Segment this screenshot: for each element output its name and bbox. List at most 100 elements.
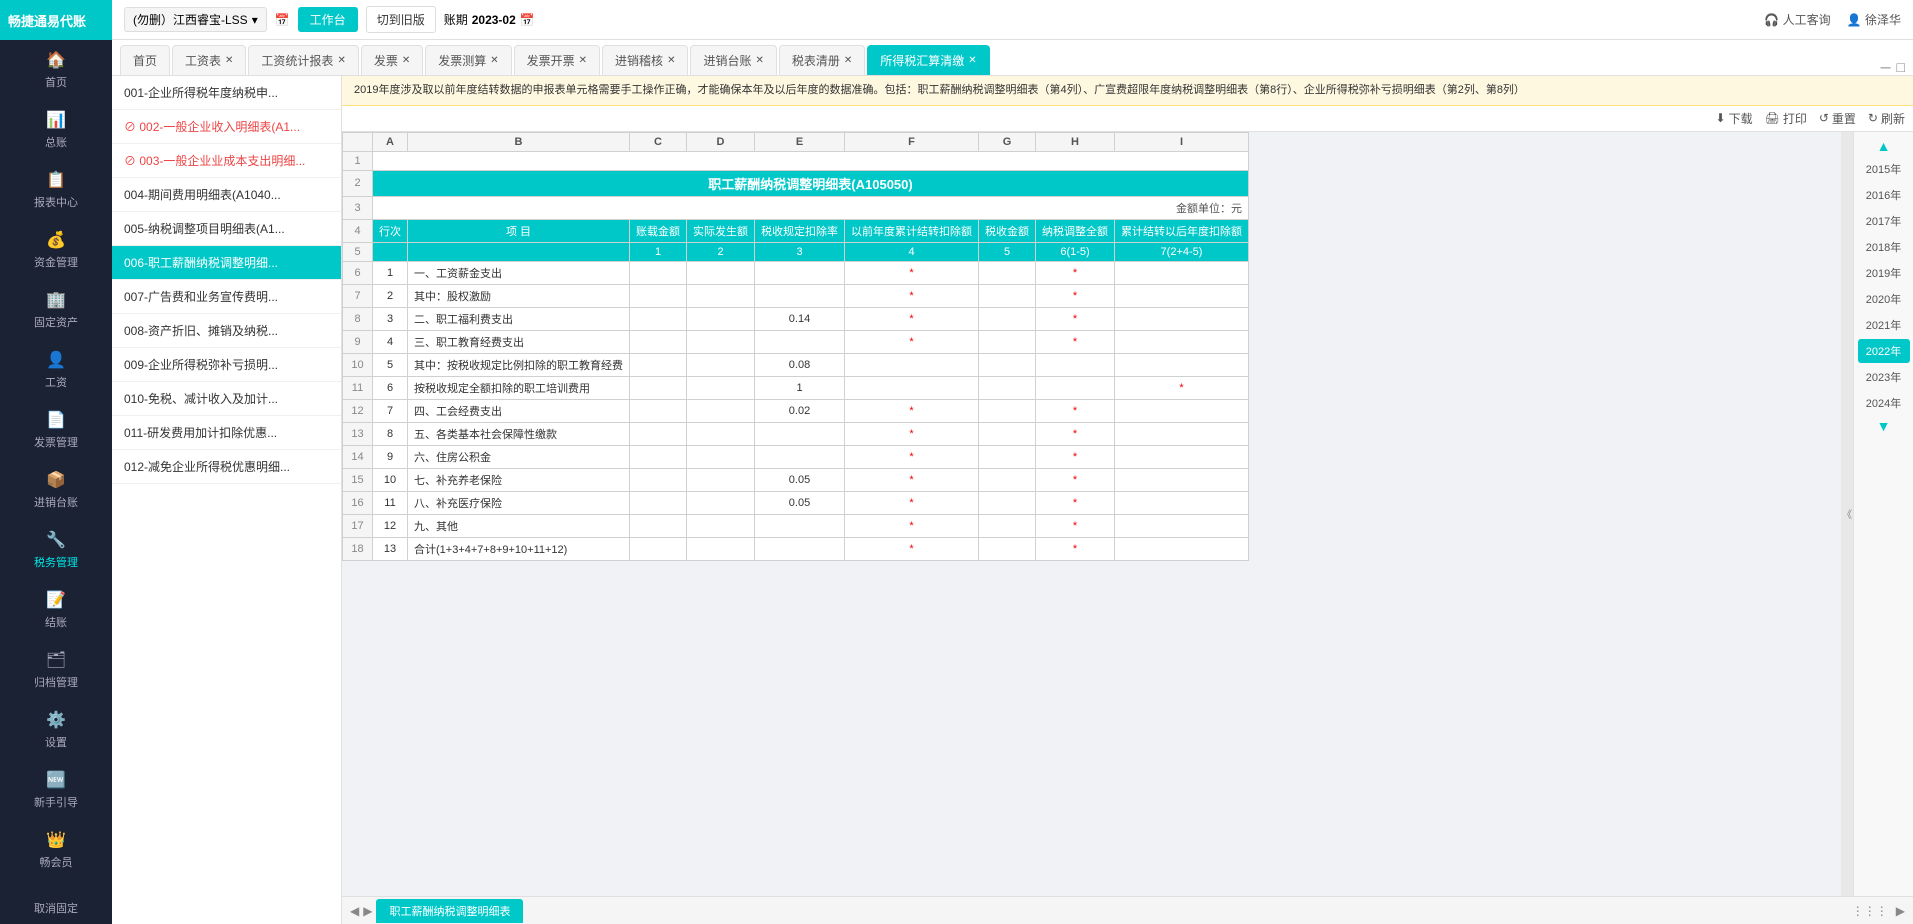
col5-cell[interactable]	[979, 537, 1036, 560]
tab-close-icon[interactable]: ✕	[490, 55, 498, 66]
col1-cell[interactable]	[630, 445, 687, 468]
sidebar-item-归档管理[interactable]: 🗂归档管理	[0, 640, 112, 700]
maximize-icon[interactable]: □	[1897, 59, 1905, 75]
left-panel-item-10[interactable]: 011-研发费用加计扣除优惠...	[112, 416, 341, 450]
left-panel-item-0[interactable]: 001-企业所得税年度纳税申...	[112, 76, 341, 110]
col1-cell[interactable]	[630, 399, 687, 422]
cancel-fixed-btn[interactable]: 取消固定	[0, 892, 112, 924]
tab-首页[interactable]: 首页	[120, 45, 170, 75]
tab-close-icon[interactable]: ✕	[579, 55, 587, 66]
refresh-button[interactable]: ↻ 刷新	[1868, 110, 1905, 127]
col2-cell[interactable]	[687, 422, 755, 445]
company-selector[interactable]: (勿删）江西睿宝-LSS ▾	[124, 7, 267, 32]
user-service[interactable]: 🎧 人工客询	[1764, 11, 1830, 28]
sidebar-item-税务管理[interactable]: 🔧税务管理	[0, 520, 112, 580]
col1-cell[interactable]	[630, 514, 687, 537]
print-button[interactable]: 🖨 打印	[1765, 110, 1807, 127]
reset-button[interactable]: ↺ 重置	[1819, 110, 1856, 127]
col2-cell[interactable]	[687, 307, 755, 330]
year-item-2018年[interactable]: 2018年	[1858, 235, 1910, 259]
year-item-2024年[interactable]: 2024年	[1858, 391, 1910, 415]
sheet-tab-menu[interactable]: ⋮⋮⋮	[1852, 904, 1888, 918]
workspace-button[interactable]: 工作台	[298, 7, 358, 32]
col1-cell[interactable]	[630, 284, 687, 307]
sidebar-item-设置[interactable]: ⚙️设置	[0, 700, 112, 760]
tab-close-icon[interactable]: ✕	[844, 55, 852, 66]
tab-进销台账[interactable]: 进销台账✕	[690, 45, 776, 75]
period-calendar-icon[interactable]: 📅	[520, 13, 535, 27]
col2-cell[interactable]	[687, 514, 755, 537]
sidebar-item-新手引导[interactable]: 🆕新手引导	[0, 760, 112, 820]
col5-cell[interactable]	[979, 422, 1036, 445]
col5-cell[interactable]	[979, 284, 1036, 307]
left-panel-item-4[interactable]: 005-纳税调整项目明细表(A1...	[112, 212, 341, 246]
year-item-2015年[interactable]: 2015年	[1858, 157, 1910, 181]
col2-cell[interactable]	[687, 376, 755, 399]
sidebar-item-进销台账[interactable]: 📦进销台账	[0, 460, 112, 520]
year-item-2020年[interactable]: 2020年	[1858, 287, 1910, 311]
download-button[interactable]: ⬇ 下载	[1716, 110, 1753, 127]
col2-cell[interactable]	[687, 468, 755, 491]
col5-cell[interactable]	[979, 445, 1036, 468]
col1-cell[interactable]	[630, 307, 687, 330]
col5-cell[interactable]	[979, 307, 1036, 330]
col1-cell[interactable]	[630, 330, 687, 353]
spreadsheet-inner[interactable]: ABCDEFGHI12职工薪酬纳税调整明细表(A105050)3金额单位：元4行…	[342, 132, 1841, 897]
sidebar-item-结账[interactable]: 📝结账	[0, 580, 112, 640]
tab-税表清册[interactable]: 税表清册✕	[779, 45, 865, 75]
sheet-tab-active[interactable]: 职工薪酬纳税调整明细表	[376, 899, 523, 923]
year-down-icon[interactable]: ▼	[1858, 416, 1910, 436]
left-panel-item-8[interactable]: 009-企业所得税弥补亏损明...	[112, 348, 341, 382]
tab-发票开票[interactable]: 发票开票✕	[514, 45, 600, 75]
col2-cell[interactable]	[687, 261, 755, 284]
year-up-icon[interactable]: ▲	[1858, 136, 1910, 156]
year-item-2022年[interactable]: 2022年	[1858, 339, 1910, 363]
col1-cell[interactable]	[630, 468, 687, 491]
col2-cell[interactable]	[687, 399, 755, 422]
col1-cell[interactable]	[630, 353, 687, 376]
col2-cell[interactable]	[687, 284, 755, 307]
col1-cell[interactable]	[630, 376, 687, 399]
left-panel-item-9[interactable]: 010-免税、减计收入及加计...	[112, 382, 341, 416]
tab-发票测算[interactable]: 发票测算✕	[425, 45, 511, 75]
tab-发票[interactable]: 发票✕	[361, 45, 423, 75]
col2-cell[interactable]	[687, 330, 755, 353]
left-panel-item-7[interactable]: 008-资产折旧、摊销及纳税...	[112, 314, 341, 348]
col2-cell[interactable]	[687, 537, 755, 560]
tab-close-icon[interactable]: ✕	[402, 55, 410, 66]
prev-sheet-icon[interactable]: ◀	[350, 904, 359, 918]
col1-cell[interactable]	[630, 261, 687, 284]
col5-cell[interactable]	[979, 399, 1036, 422]
sidebar-item-工资[interactable]: 👤工资	[0, 340, 112, 400]
left-panel-item-2[interactable]: ⊘ 003-一般企业业成本支出明细...	[112, 144, 341, 178]
tab-工资统计报表[interactable]: 工资统计报表✕	[248, 45, 358, 75]
left-panel-item-11[interactable]: 012-减免企业所得税优惠明细...	[112, 450, 341, 484]
year-item-2023年[interactable]: 2023年	[1858, 365, 1910, 389]
year-item-2019年[interactable]: 2019年	[1858, 261, 1910, 285]
left-panel-item-5[interactable]: 006-职工薪酬纳税调整明细...	[112, 246, 341, 280]
tab-所得税汇算清缴[interactable]: 所得税汇算清缴✕	[867, 45, 989, 75]
tab-工资表[interactable]: 工资表✕	[172, 45, 246, 75]
sidebar-item-发票管理[interactable]: 📄发票管理	[0, 400, 112, 460]
col5-cell[interactable]	[979, 261, 1036, 284]
sidebar-item-畅会员[interactable]: 👑畅会员	[0, 820, 112, 880]
col1-cell[interactable]	[630, 491, 687, 514]
switch-old-button[interactable]: 切到旧版	[366, 6, 436, 33]
sidebar-item-固定资产[interactable]: 🏢固定资产	[0, 280, 112, 340]
tab-close-icon[interactable]: ✕	[755, 55, 763, 66]
tab-进销稽核[interactable]: 进销稽核✕	[602, 45, 688, 75]
col1-cell[interactable]	[630, 422, 687, 445]
col1-cell[interactable]	[630, 537, 687, 560]
left-panel-item-3[interactable]: 004-期间费用明细表(A1040...	[112, 178, 341, 212]
minimize-icon[interactable]: ─	[1881, 59, 1891, 75]
next-sheet-icon[interactable]: ▶	[363, 904, 372, 918]
scroll-right-icon[interactable]: ▶	[1896, 904, 1905, 918]
tab-close-icon[interactable]: ✕	[225, 55, 233, 66]
collapse-handle[interactable]: 《	[1841, 132, 1853, 897]
col2-cell[interactable]	[687, 353, 755, 376]
col5-cell[interactable]	[979, 376, 1036, 399]
sidebar-item-报表中心[interactable]: 📋报表中心	[0, 160, 112, 220]
year-item-2016年[interactable]: 2016年	[1858, 183, 1910, 207]
tab-close-icon[interactable]: ✕	[337, 55, 345, 66]
col2-cell[interactable]	[687, 445, 755, 468]
